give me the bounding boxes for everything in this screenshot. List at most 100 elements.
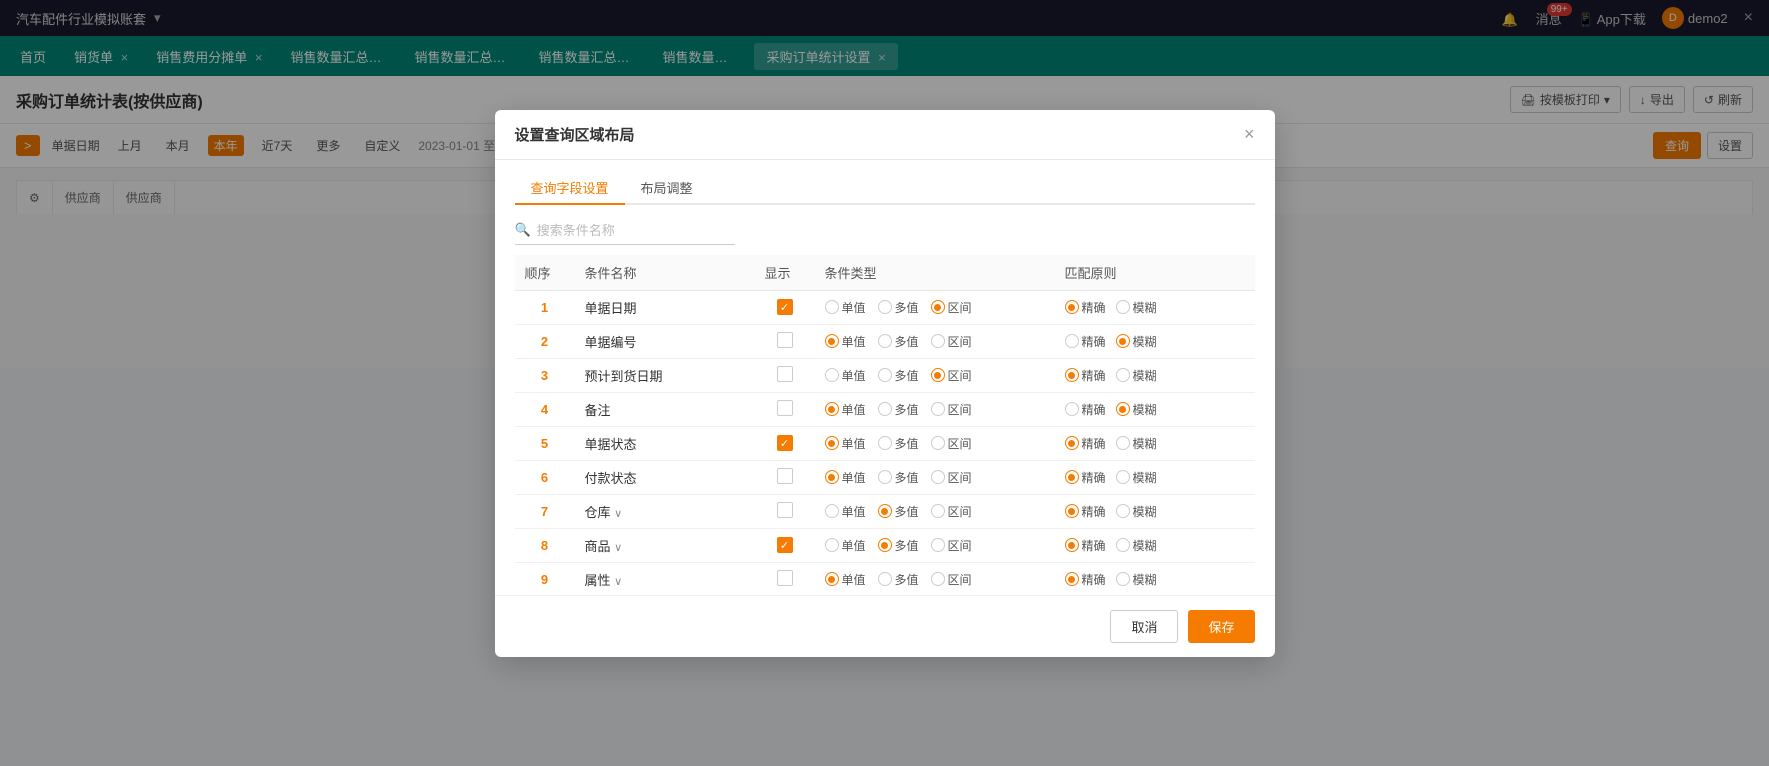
- match-radio-match_exact[interactable]: 精确: [1065, 571, 1106, 588]
- type-radio-group: 单值 多值 区间: [825, 299, 1045, 316]
- type-radio-type_single[interactable]: 单值: [825, 333, 866, 350]
- match-radio-match_exact[interactable]: 精确: [1065, 537, 1106, 554]
- match-radio-match_fuzzy[interactable]: 模糊: [1116, 367, 1157, 384]
- type-radio-type_single[interactable]: 单值: [825, 299, 866, 316]
- radio-label: 区间: [948, 571, 972, 588]
- type-radio-type_range[interactable]: 区间: [931, 537, 972, 554]
- radio-dot-icon: [931, 368, 945, 382]
- radio-label: 单值: [842, 367, 866, 384]
- radio-dot-icon: [825, 436, 839, 450]
- match-radio-match_fuzzy[interactable]: 模糊: [1116, 571, 1157, 588]
- match-radio-match_exact[interactable]: 精确: [1065, 333, 1106, 350]
- type-radio-group: 单值多值 区间: [825, 333, 1045, 350]
- cell-display[interactable]: [755, 290, 815, 324]
- modal-search: 🔍: [515, 217, 735, 245]
- type-radio-type_multi[interactable]: 多值: [878, 571, 919, 588]
- type-radio-type_multi[interactable]: 多值: [878, 299, 919, 316]
- radio-dot-icon: [825, 402, 839, 416]
- radio-dot-icon: [931, 538, 945, 552]
- type-radio-group: 单值多值区间: [825, 469, 1045, 486]
- cancel-button[interactable]: 取消: [1110, 610, 1178, 643]
- match-radio-match_fuzzy[interactable]: 模糊: [1116, 537, 1157, 554]
- cell-order: 6: [515, 460, 575, 494]
- col-header-order: 顺序: [515, 255, 575, 291]
- cell-display[interactable]: [755, 528, 815, 562]
- radio-label: 多值: [895, 299, 919, 316]
- display-checkbox[interactable]: [777, 537, 793, 553]
- modal-header: 设置查询区域布局 ×: [495, 110, 1275, 160]
- radio-label: 区间: [948, 333, 972, 350]
- type-radio-type_range[interactable]: 区间: [931, 435, 972, 452]
- type-radio-type_multi[interactable]: 多值: [878, 503, 919, 520]
- cell-display[interactable]: [755, 460, 815, 494]
- type-radio-type_multi[interactable]: 多值: [878, 537, 919, 554]
- match-radio-match_fuzzy[interactable]: 模糊: [1116, 401, 1157, 418]
- radio-dot-icon: [825, 538, 839, 552]
- match-radio-match_exact[interactable]: 精确: [1065, 503, 1106, 520]
- match-radio-group: 精确模糊: [1065, 537, 1245, 554]
- cell-display[interactable]: [755, 494, 815, 528]
- modal-close-button[interactable]: ×: [1244, 125, 1255, 143]
- type-radio-type_range[interactable]: 区间: [931, 571, 972, 588]
- radio-label: 模糊: [1133, 401, 1157, 418]
- match-radio-match_exact[interactable]: 精确: [1065, 435, 1106, 452]
- type-radio-type_multi[interactable]: 多值: [878, 333, 919, 350]
- match-radio-match_exact[interactable]: 精确: [1065, 367, 1106, 384]
- radio-dot-icon: [1116, 470, 1130, 484]
- type-radio-type_single[interactable]: 单值: [825, 503, 866, 520]
- table-header-row: 顺序 条件名称 显示 条件类型 匹配原则: [515, 255, 1255, 291]
- match-radio-match_fuzzy[interactable]: 模糊: [1116, 435, 1157, 452]
- type-radio-type_single[interactable]: 单值: [825, 435, 866, 452]
- type-radio-type_range[interactable]: 区间: [931, 299, 972, 316]
- display-checkbox[interactable]: [777, 570, 793, 586]
- radio-label: 多值: [895, 571, 919, 588]
- radio-label: 精确: [1082, 469, 1106, 486]
- type-radio-type_single[interactable]: 单值: [825, 401, 866, 418]
- cell-type: 单值多值 区间: [815, 324, 1055, 358]
- type-radio-type_single[interactable]: 单值: [825, 537, 866, 554]
- display-checkbox[interactable]: [777, 366, 793, 382]
- type-radio-type_multi[interactable]: 多值: [878, 469, 919, 486]
- match-radio-match_fuzzy[interactable]: 模糊: [1116, 333, 1157, 350]
- radio-dot-icon: [1116, 334, 1130, 348]
- display-checkbox[interactable]: [777, 332, 793, 348]
- display-checkbox[interactable]: [777, 400, 793, 416]
- radio-dot-icon: [931, 436, 945, 450]
- type-radio-type_range[interactable]: 区间: [931, 469, 972, 486]
- type-radio-type_multi[interactable]: 多值: [878, 367, 919, 384]
- type-radio-type_range[interactable]: 区间: [931, 503, 972, 520]
- match-radio-match_fuzzy[interactable]: 模糊: [1116, 299, 1157, 316]
- display-checkbox[interactable]: [777, 435, 793, 451]
- display-checkbox[interactable]: [777, 468, 793, 484]
- match-radio-match_exact[interactable]: 精确: [1065, 299, 1106, 316]
- type-radio-type_range[interactable]: 区间: [931, 401, 972, 418]
- cell-display[interactable]: [755, 426, 815, 460]
- search-input[interactable]: [531, 221, 735, 240]
- radio-label: 区间: [948, 299, 972, 316]
- type-radio-type_multi[interactable]: 多值: [878, 401, 919, 418]
- table-row: 6付款状态单值多值区间精确模糊: [515, 460, 1255, 494]
- type-radio-type_single[interactable]: 单值: [825, 469, 866, 486]
- type-radio-type_multi[interactable]: 多值: [878, 435, 919, 452]
- match-radio-match_fuzzy[interactable]: 模糊: [1116, 503, 1157, 520]
- cell-display[interactable]: [755, 358, 815, 392]
- match-radio-match_fuzzy[interactable]: 模糊: [1116, 469, 1157, 486]
- table-row: 1单据日期单值多值区间精确模糊: [515, 290, 1255, 324]
- cell-display[interactable]: [755, 392, 815, 426]
- type-radio-type_single[interactable]: 单值: [825, 571, 866, 588]
- radio-dot-icon: [931, 334, 945, 348]
- type-radio-type_single[interactable]: 单值: [825, 367, 866, 384]
- tab-layout-adjust[interactable]: 布局调整: [625, 172, 709, 205]
- radio-dot-icon: [1116, 572, 1130, 586]
- save-button[interactable]: 保存: [1188, 610, 1254, 643]
- type-radio-type_range[interactable]: 区间: [931, 333, 972, 350]
- type-radio-type_range[interactable]: 区间: [931, 367, 972, 384]
- cell-display[interactable]: [755, 324, 815, 358]
- cell-display[interactable]: [755, 562, 815, 595]
- cell-match: 精确模糊: [1055, 528, 1255, 562]
- match-radio-match_exact[interactable]: 精确: [1065, 401, 1106, 418]
- display-checkbox[interactable]: [777, 299, 793, 315]
- match-radio-match_exact[interactable]: 精确: [1065, 469, 1106, 486]
- tab-query-fields[interactable]: 查询字段设置: [515, 172, 625, 205]
- display-checkbox[interactable]: [777, 502, 793, 518]
